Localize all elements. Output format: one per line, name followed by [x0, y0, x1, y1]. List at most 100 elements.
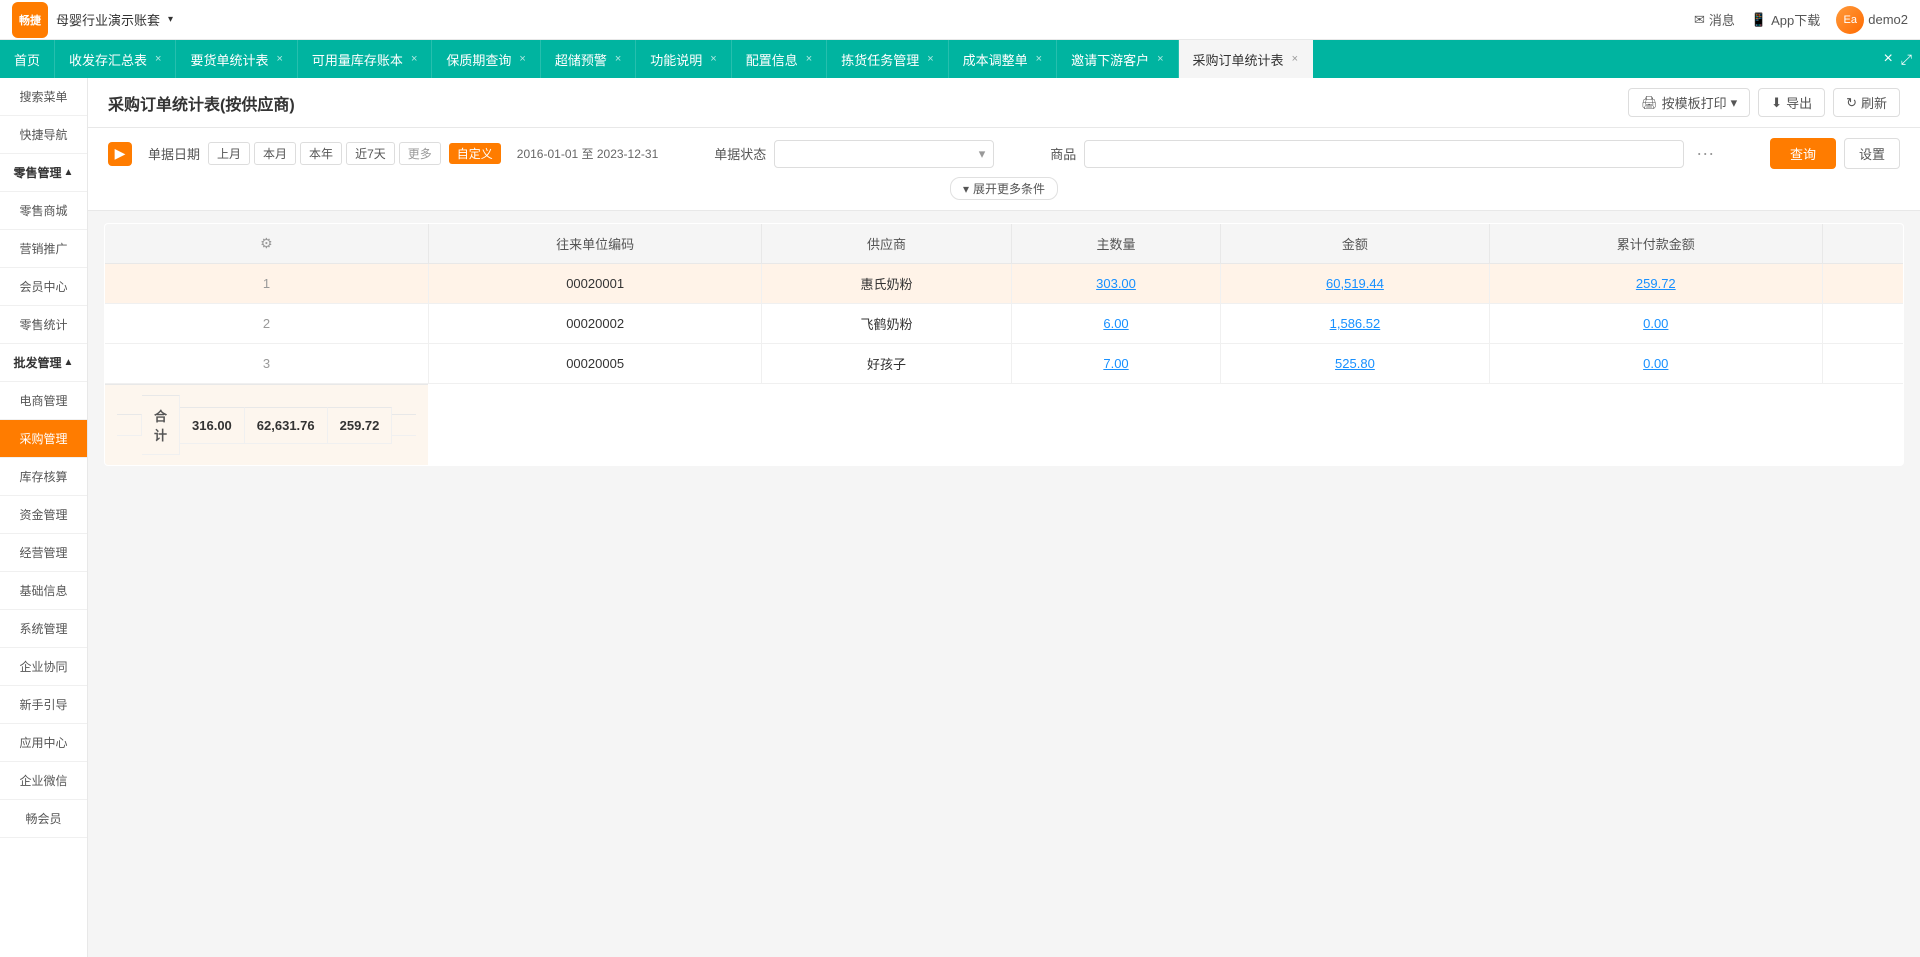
- tab-yaoqingxiayouke[interactable]: 邀请下游客户 ×: [1057, 40, 1178, 78]
- row-code: 00020002: [428, 304, 761, 344]
- row-paid[interactable]: 0.00: [1489, 344, 1822, 384]
- tab-gongnengshuo[interactable]: 功能说明 ×: [636, 40, 731, 78]
- date-range-group: 2016-01-01 至 2023-12-31: [517, 145, 658, 162]
- table-wrap: ⚙ 往来单位编码 供应商 主数量 金额: [88, 211, 1920, 957]
- date-shortcut-this-month[interactable]: 本月: [254, 142, 296, 165]
- sidebar-item-wechat[interactable]: 企业微信: [0, 762, 87, 800]
- tab-panhuo[interactable]: 拣货任务管理 ×: [827, 40, 948, 78]
- tab-caigoudantongjibiao[interactable]: 采购订单统计表 ×: [1179, 40, 1313, 78]
- table-row: 3 00020005 好孩子 7.00 525.80 0.00: [105, 344, 1904, 384]
- close-icon[interactable]: ×: [411, 53, 417, 65]
- tab-chengbentiaozhen[interactable]: 成本调整单 ×: [949, 40, 1057, 78]
- print-button[interactable]: 🖨 按模板打印 ▾: [1628, 88, 1750, 117]
- refresh-button[interactable]: ↻ 刷新: [1833, 88, 1900, 117]
- window-maximize-button[interactable]: ⤢: [1901, 51, 1912, 68]
- close-icon[interactable]: ×: [1157, 53, 1163, 65]
- close-icon[interactable]: ×: [519, 53, 525, 65]
- sidebar-item-search[interactable]: 搜索菜单: [0, 78, 87, 116]
- date-shortcut-this-year[interactable]: 本年: [300, 142, 342, 165]
- app-download-btn[interactable]: 📱 App下载: [1751, 10, 1820, 29]
- sidebar-item-retail-store[interactable]: 零售商城: [0, 192, 87, 230]
- status-select[interactable]: ▾: [774, 140, 994, 168]
- row-qty[interactable]: 303.00: [1011, 264, 1221, 304]
- row-paid[interactable]: 259.72: [1489, 264, 1822, 304]
- row-amount[interactable]: 525.80: [1221, 344, 1489, 384]
- tab-chaochu[interactable]: 超储预警 ×: [541, 40, 636, 78]
- close-icon[interactable]: ×: [806, 53, 812, 65]
- sidebar-item-nav[interactable]: 快捷导航: [0, 116, 87, 154]
- query-button[interactable]: 查询: [1770, 138, 1836, 169]
- date-shortcut-7days[interactable]: 近7天: [346, 142, 395, 165]
- filter-row-1: ▶ 单据日期 上月 本月 本年 近7天 更多 自定义 2016-01-01: [108, 138, 1900, 169]
- workspace-selector[interactable]: 母婴行业演示账套 ▾: [56, 10, 173, 29]
- th-qty: 主数量: [1011, 224, 1221, 264]
- close-icon[interactable]: ×: [276, 53, 282, 65]
- row-amount[interactable]: 1,586.52: [1221, 304, 1489, 344]
- goods-input[interactable]: [1084, 140, 1684, 168]
- nav-tabs-right: × ⤢: [1875, 40, 1920, 78]
- tab-peizhi[interactable]: 配置信息 ×: [732, 40, 827, 78]
- row-extra: [1823, 344, 1904, 384]
- sidebar-item-system[interactable]: 系统管理: [0, 610, 87, 648]
- sidebar-item-enterprise[interactable]: 企业协同: [0, 648, 87, 686]
- close-icon[interactable]: ×: [155, 53, 161, 65]
- message-icon-btn[interactable]: ✉ 消息: [1694, 10, 1735, 29]
- row-amount[interactable]: 60,519.44: [1221, 264, 1489, 304]
- page-header: 采购订单统计表(按供应商) 🖨 按模板打印 ▾ ⬇ 导出 ↻ 刷新: [88, 78, 1920, 128]
- th-paid: 累计付款金额: [1489, 224, 1822, 264]
- settings-column-icon[interactable]: ⚙: [260, 235, 273, 251]
- window-close-button[interactable]: ×: [1883, 51, 1892, 67]
- chevron-down-icon: ▾: [1731, 95, 1738, 111]
- footer-amount: 62,631.76: [245, 407, 328, 444]
- date-filter-label: 单据日期: [148, 144, 200, 163]
- tab-shoufakaizong[interactable]: 收发存汇总表 ×: [55, 40, 176, 78]
- th-settings: ⚙: [105, 224, 429, 264]
- sidebar-section-retail[interactable]: 零售管理 ▲: [0, 154, 87, 192]
- settings-button[interactable]: 设置: [1844, 138, 1900, 169]
- row-paid[interactable]: 0.00: [1489, 304, 1822, 344]
- chevron-down-icon: ▾: [963, 182, 969, 196]
- more-filters-icon[interactable]: ···: [1692, 143, 1718, 164]
- close-icon[interactable]: ×: [1292, 53, 1298, 65]
- date-shortcut-more[interactable]: 更多: [399, 142, 441, 165]
- filter-toggle-button[interactable]: ▶: [108, 142, 132, 166]
- close-icon[interactable]: ×: [1036, 53, 1042, 65]
- date-shortcut-last-month[interactable]: 上月: [208, 142, 250, 165]
- footer-qty: 316.00: [180, 407, 245, 444]
- export-icon: ⬇: [1771, 95, 1782, 111]
- date-range-display: 2016-01-01 至 2023-12-31: [517, 145, 658, 162]
- tab-home[interactable]: 首页: [0, 40, 55, 78]
- sidebar-item-members[interactable]: 会员中心: [0, 268, 87, 306]
- tab-keyongliangsun[interactable]: 可用量库存账本 ×: [298, 40, 432, 78]
- sidebar-item-purchase[interactable]: 采购管理: [0, 420, 87, 458]
- user-profile[interactable]: Ea demo2: [1836, 6, 1908, 34]
- sidebar-item-newguide[interactable]: 新手引导: [0, 686, 87, 724]
- page-header-actions: 🖨 按模板打印 ▾ ⬇ 导出 ↻ 刷新: [1628, 88, 1900, 127]
- close-icon[interactable]: ×: [927, 53, 933, 65]
- expand-filters-button[interactable]: ▾ 展开更多条件: [950, 177, 1058, 200]
- sidebar-item-retail-stats[interactable]: 零售统计: [0, 306, 87, 344]
- footer-paid: 259.72: [328, 407, 393, 444]
- sidebar-item-ecommerce[interactable]: 电商管理: [0, 382, 87, 420]
- close-icon[interactable]: ×: [615, 53, 621, 65]
- sidebar-item-basic[interactable]: 基础信息: [0, 572, 87, 610]
- sidebar-item-member2[interactable]: 畅会员: [0, 800, 87, 838]
- sidebar-item-inventory[interactable]: 库存核算: [0, 458, 87, 496]
- sidebar-item-appcenter[interactable]: 应用中心: [0, 724, 87, 762]
- row-qty[interactable]: 6.00: [1011, 304, 1221, 344]
- tab-baozhoujiancha[interactable]: 保质期查询 ×: [432, 40, 540, 78]
- close-icon[interactable]: ×: [710, 53, 716, 65]
- row-num: 1: [105, 264, 429, 304]
- th-extra: [1823, 224, 1904, 264]
- th-supplier: 供应商: [762, 224, 1011, 264]
- sidebar-item-finance[interactable]: 资金管理: [0, 496, 87, 534]
- row-qty[interactable]: 7.00: [1011, 344, 1221, 384]
- tab-yaohuodantongji[interactable]: 要货单统计表 ×: [176, 40, 297, 78]
- sidebar-section-wholesale[interactable]: 批发管理 ▲: [0, 344, 87, 382]
- chevron-up-icon: ▲: [64, 167, 74, 178]
- sidebar-item-marketing[interactable]: 营销推广: [0, 230, 87, 268]
- row-num: 2: [105, 304, 429, 344]
- sidebar-item-operations[interactable]: 经营管理: [0, 534, 87, 572]
- status-filter-label: 单据状态: [714, 144, 766, 163]
- export-button[interactable]: ⬇ 导出: [1758, 88, 1825, 117]
